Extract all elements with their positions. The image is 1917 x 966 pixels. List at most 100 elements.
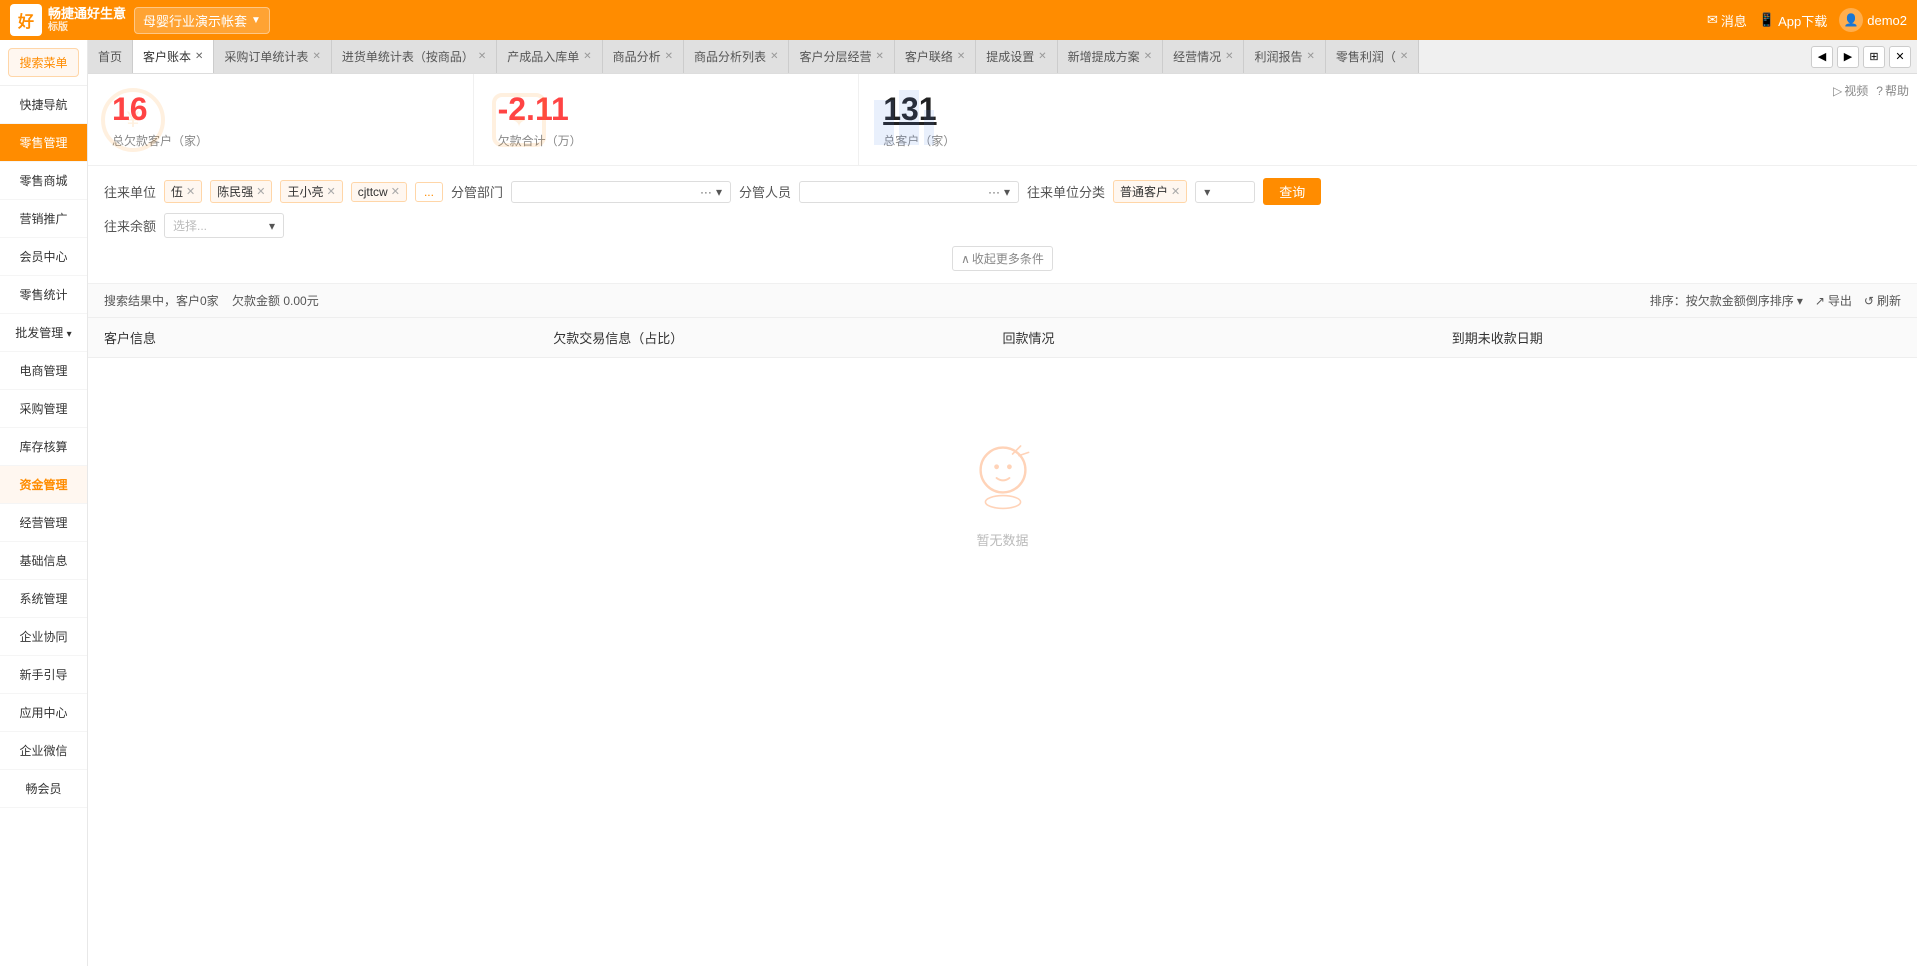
tab-home[interactable]: 首页 bbox=[88, 40, 133, 74]
tab-customer-accounts[interactable]: 客户账本 ✕ bbox=[133, 40, 214, 74]
close-icon[interactable]: ✕ bbox=[1038, 51, 1046, 62]
tab-customer-segment[interactable]: 客户分层经营 ✕ bbox=[789, 40, 894, 74]
export-button[interactable]: ↗ 导出 bbox=[1815, 292, 1852, 309]
results-right: 排序：按欠款金额倒序排序 ▾ ↗ 导出 ↺ 刷新 bbox=[1650, 292, 1901, 309]
tab-operations[interactable]: 经营情况 ✕ bbox=[1163, 40, 1244, 74]
tab-raise-settings[interactable]: 提成设置 ✕ bbox=[976, 40, 1057, 74]
dept-select[interactable]: ··· ▾ bbox=[511, 181, 731, 203]
sidebar-item-operations[interactable]: 经营管理 bbox=[0, 504, 87, 542]
video-btn[interactable]: ▷ 视频 bbox=[1833, 82, 1868, 99]
sidebar-item-app-center[interactable]: 应用中心 bbox=[0, 694, 87, 732]
tab-product-analysis-list[interactable]: 商品分析列表 ✕ bbox=[684, 40, 789, 74]
close-icon[interactable]: ✕ bbox=[1144, 51, 1152, 62]
tab-retail-profit[interactable]: 零售利润（ ✕ bbox=[1326, 40, 1419, 74]
top-bar: 好 畅捷通好生意 标版 母婴行业演示帐套 ▼ ✉ 消息 📱 App下载 👤 de… bbox=[0, 0, 1917, 40]
sidebar-item-basic-info[interactable]: 基础信息 bbox=[0, 542, 87, 580]
sidebar-item-retail-stats[interactable]: 零售统计 bbox=[0, 276, 87, 314]
col-header-customer: 客户信息 bbox=[104, 328, 553, 347]
filter-row-1: 往来单位 伍 ✕ 陈民强 ✕ 王小亮 ✕ cjttcw bbox=[104, 178, 1901, 205]
tab-customer-connect[interactable]: 客户联络 ✕ bbox=[895, 40, 976, 74]
person-filter-label: 分管人员 bbox=[739, 182, 791, 201]
close-icon[interactable]: ✕ bbox=[1307, 51, 1315, 62]
sidebar-item-system[interactable]: 系统管理 bbox=[0, 580, 87, 618]
sidebar-item-retail-mall[interactable]: 零售商城 bbox=[0, 162, 87, 200]
stat-actions: ▷ 视频 ? 帮助 bbox=[1833, 82, 1909, 99]
main-layout: 搜索菜单 快捷导航 零售管理 零售商城 营销推广 会员中心 零售统计 批发管理 … bbox=[0, 40, 1917, 966]
unit-type-select[interactable]: ▾ bbox=[1195, 181, 1255, 203]
sidebar-item-retail[interactable]: 零售管理 bbox=[0, 124, 87, 162]
sidebar-item-vip-member[interactable]: 畅会员 bbox=[0, 770, 87, 808]
refresh-button[interactable]: ↺ 刷新 bbox=[1864, 292, 1901, 309]
tab-new-raise-plan[interactable]: 新增提成方案 ✕ bbox=[1058, 40, 1163, 74]
top-bar-left: 好 畅捷通好生意 标版 母婴行业演示帐套 ▼ bbox=[10, 4, 270, 36]
svg-text:✦: ✦ bbox=[511, 111, 526, 131]
query-button[interactable]: 查询 bbox=[1263, 178, 1321, 205]
app-download-btn[interactable]: 📱 App下载 bbox=[1759, 11, 1827, 30]
tab-purchase-stats[interactable]: 采购订单统计表 ✕ bbox=[214, 40, 331, 74]
remove-tag-btn[interactable]: ✕ bbox=[327, 185, 336, 198]
sidebar-item-marketing[interactable]: 营销推广 bbox=[0, 200, 87, 238]
stat-total-debt: ✦ -2.11 欠款合计（万） bbox=[474, 74, 860, 165]
close-icon[interactable]: ✕ bbox=[770, 51, 778, 62]
tab-expand-button[interactable]: ⊞ bbox=[1863, 46, 1885, 68]
chevron-down-icon: ▾ bbox=[1204, 185, 1210, 199]
tab-product-analysis[interactable]: 商品分析 ✕ bbox=[603, 40, 684, 74]
remove-tag-btn[interactable]: ✕ bbox=[391, 185, 400, 198]
tab-profit-report[interactable]: 利润报告 ✕ bbox=[1244, 40, 1325, 74]
help-btn[interactable]: ? 帮助 bbox=[1876, 82, 1909, 99]
tab-prev-button[interactable]: ◀ bbox=[1811, 46, 1833, 68]
empty-icon bbox=[963, 438, 1043, 518]
unit-type-label: 往来单位分类 bbox=[1027, 182, 1105, 201]
remove-common-customer-btn[interactable]: ✕ bbox=[1171, 185, 1180, 198]
filter-tag-chenminqiang: 陈民强 ✕ bbox=[210, 180, 272, 203]
close-icon[interactable]: ✕ bbox=[478, 51, 486, 62]
results-bar: 搜索结果中，客户0家 欠款金额 0.00元 排序：按欠款金额倒序排序 ▾ ↗ 导… bbox=[88, 284, 1917, 318]
page-content: ¥ 16 总欠款客户（家） ✦ -2.11 欠款合计（万） bbox=[88, 74, 1917, 966]
tab-incoming-stats[interactable]: 进货单统计表（按商品） ✕ bbox=[332, 40, 497, 74]
tab-bar: 首页 客户账本 ✕ 采购订单统计表 ✕ 进货单统计表（按商品） ✕ 产成品入库单… bbox=[88, 40, 1917, 74]
sidebar-item-enterprise-collab[interactable]: 企业协同 bbox=[0, 618, 87, 656]
user-avatar[interactable]: 👤 demo2 bbox=[1839, 8, 1907, 32]
sidebar-item-quick-nav[interactable]: 快捷导航 bbox=[0, 86, 87, 124]
more-tags-button[interactable]: ... bbox=[415, 182, 443, 202]
stat-total-customers2: 131 总客户（家） ▷ 视频 ? 帮助 bbox=[859, 74, 1917, 165]
surplus-select[interactable]: 选择... ▾ bbox=[164, 213, 284, 238]
close-icon[interactable]: ✕ bbox=[665, 51, 673, 62]
search-menu-button[interactable]: 搜索菜单 bbox=[8, 48, 79, 77]
close-icon[interactable]: ✕ bbox=[312, 51, 320, 62]
remove-tag-btn[interactable]: ✕ bbox=[256, 185, 265, 198]
filter-dots-dept: ··· bbox=[700, 185, 712, 199]
sidebar-item-finance[interactable]: 资金管理 bbox=[0, 466, 87, 504]
close-icon[interactable]: ✕ bbox=[957, 51, 965, 62]
sidebar-item-beginner[interactable]: 新手引导 bbox=[0, 656, 87, 694]
sidebar-item-ecommerce[interactable]: 电商管理 bbox=[0, 352, 87, 390]
sort-select[interactable]: 排序：按欠款金额倒序排序 ▾ bbox=[1650, 292, 1803, 309]
collapse-button[interactable]: ∧ 收起更多条件 bbox=[952, 246, 1053, 271]
avatar: 👤 bbox=[1839, 8, 1863, 32]
filter-tag-unit-default: 伍 ✕ bbox=[164, 180, 202, 203]
tab-next-button[interactable]: ▶ bbox=[1837, 46, 1859, 68]
sidebar-item-purchase[interactable]: 采购管理 bbox=[0, 390, 87, 428]
logo-icon: 好 bbox=[10, 4, 42, 36]
close-icon[interactable]: ✕ bbox=[583, 51, 591, 62]
chevron-down-icon: ▾ bbox=[716, 185, 722, 199]
sidebar-item-inventory[interactable]: 库存核算 bbox=[0, 428, 87, 466]
close-icon[interactable]: ✕ bbox=[195, 51, 203, 62]
remove-tag-btn[interactable]: ✕ bbox=[186, 185, 195, 198]
filter-area: 往来单位 伍 ✕ 陈民强 ✕ 王小亮 ✕ cjttcw bbox=[88, 166, 1917, 284]
person-select[interactable]: ··· ▾ bbox=[799, 181, 1019, 203]
messages-btn[interactable]: ✉ 消息 bbox=[1707, 11, 1747, 30]
industry-select[interactable]: 母婴行业演示帐套 ▼ bbox=[134, 7, 270, 34]
sidebar-item-enterprise-wechat[interactable]: 企业微信 bbox=[0, 732, 87, 770]
sidebar-item-member[interactable]: 会员中心 bbox=[0, 238, 87, 276]
close-icon[interactable]: ✕ bbox=[875, 51, 883, 62]
close-icon[interactable]: ✕ bbox=[1400, 51, 1408, 62]
sidebar-item-wholesale[interactable]: 批发管理 ▾ bbox=[0, 314, 87, 352]
filter-tag-cjttcw: cjttcw ✕ bbox=[351, 182, 407, 202]
empty-state: 暂无数据 bbox=[88, 358, 1917, 629]
table-header: 客户信息 欠款交易信息（占比） 回款情况 到期未收款日期 bbox=[88, 318, 1917, 358]
col-header-due: 到期未收款日期 bbox=[1452, 328, 1901, 347]
tab-close-all-button[interactable]: ✕ bbox=[1889, 46, 1911, 68]
close-icon[interactable]: ✕ bbox=[1225, 51, 1233, 62]
tab-product-instock[interactable]: 产成品入库单 ✕ bbox=[497, 40, 602, 74]
